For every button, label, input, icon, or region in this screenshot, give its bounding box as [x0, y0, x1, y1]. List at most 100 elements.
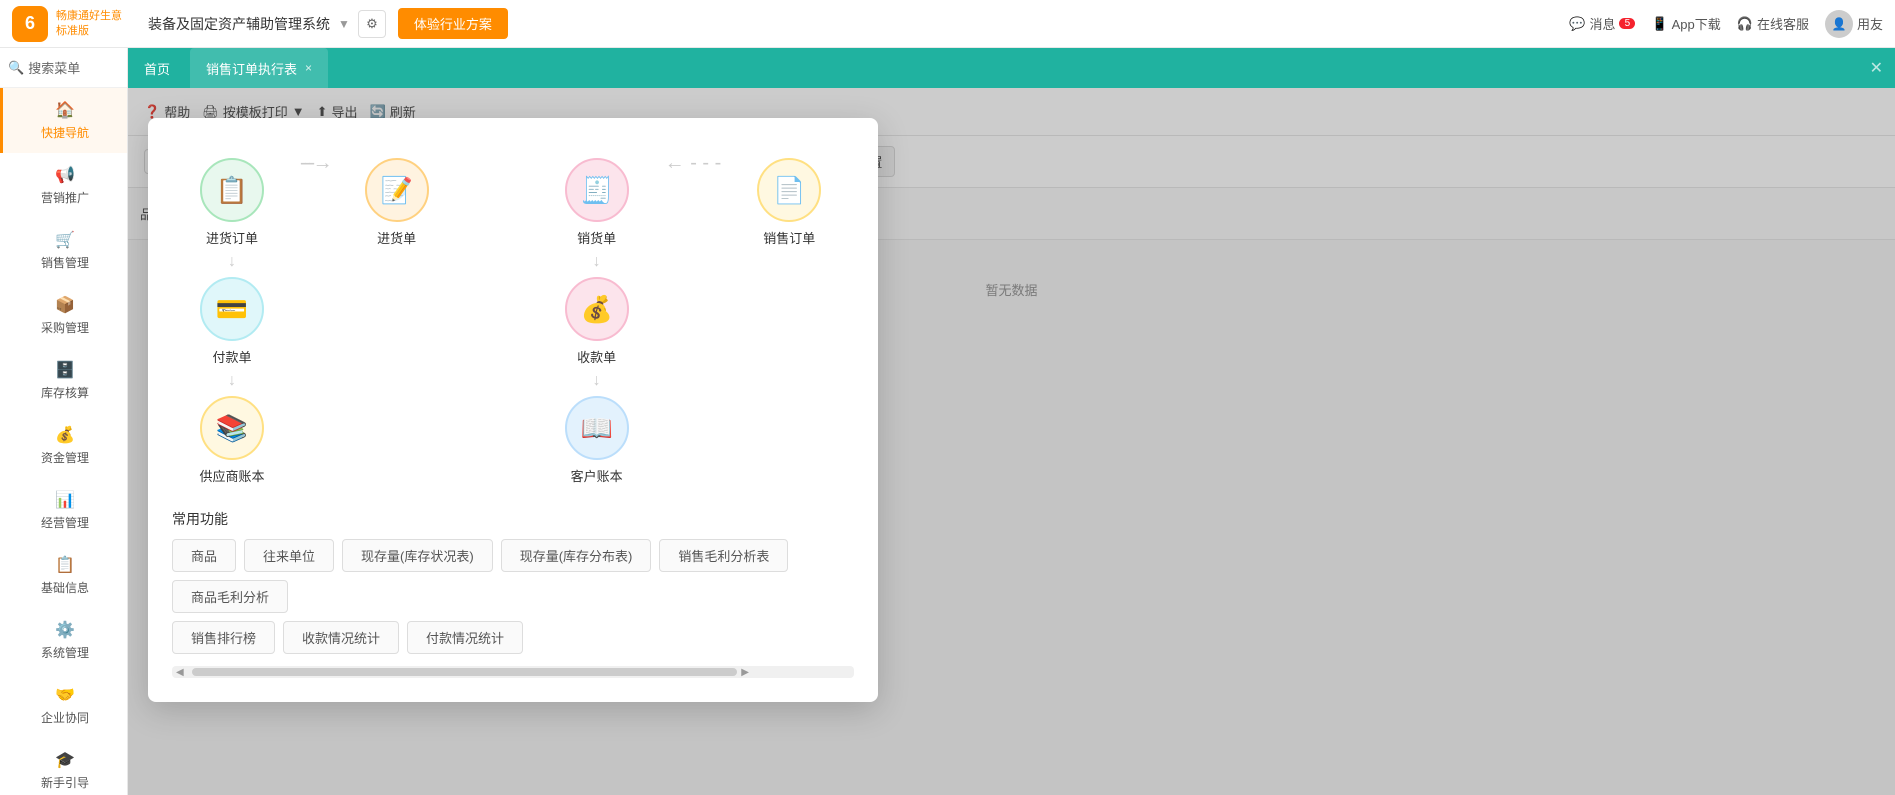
flow-node-supplier-ledger: 📚 供应商账本: [172, 396, 292, 485]
scroll-thumb[interactable]: [192, 668, 738, 676]
sidebar-icon-system: ⚙️: [55, 620, 75, 640]
sidebar-label-finance: 资金管理: [41, 449, 89, 466]
sidebar-label-purchase: 采购管理: [41, 319, 89, 336]
tab-close-main-icon[interactable]: ✕: [1870, 58, 1883, 78]
logo-area: 6 畅康通好生意 标准版: [12, 6, 140, 42]
tab-sales-order[interactable]: 销售订单执行表 ×: [190, 48, 328, 88]
func-button[interactable]: 商品毛利分析: [172, 580, 288, 613]
purchase-order-icon: 📋: [200, 158, 264, 222]
sidebar-icon-newbie: 🎓: [55, 750, 75, 770]
gear-button[interactable]: ⚙: [358, 10, 386, 38]
sidebar-icon-quick-nav: 🏠: [55, 100, 75, 120]
sidebar-item-sales[interactable]: 🛒 销售管理: [0, 218, 127, 283]
receipt-icon: 💰: [565, 277, 629, 341]
supplier-ledger-icon: 📚: [200, 396, 264, 460]
app-download-icon: 📱: [1651, 16, 1667, 32]
func-button[interactable]: 销售排行榜: [172, 621, 275, 654]
experience-button[interactable]: 体验行业方案: [398, 8, 508, 39]
sidebar-item-purchase[interactable]: 📦 采购管理: [0, 283, 127, 348]
sidebar-label-marketing: 营销推广: [41, 189, 89, 206]
avatar: 👤: [1825, 10, 1853, 38]
sidebar-label-system: 系统管理: [41, 644, 89, 661]
tab-bar: 首页 销售订单执行表 × ✕: [128, 48, 1895, 88]
tab-home[interactable]: 首页: [128, 48, 186, 88]
flow-node-payment: 💳 付款单: [172, 277, 292, 366]
func-button[interactable]: 付款情况统计: [407, 621, 523, 654]
func-button[interactable]: 销售毛利分析表: [659, 539, 788, 572]
sidebar-item-marketing[interactable]: 📢 营销推广: [0, 153, 127, 218]
sidebar-item-finance[interactable]: 💰 资金管理: [0, 413, 127, 478]
func-button[interactable]: 现存量(库存状况表): [342, 539, 493, 572]
content-area: 首页 销售订单执行表 × ✕ ❓ 帮助 🖨 按模板打印: [128, 48, 1895, 795]
search-icon: 🔍: [8, 60, 24, 76]
flow-node-purchase-bill: 📝 进货单: [337, 158, 457, 247]
sidebar-icon-finance: 💰: [55, 425, 75, 445]
sidebar-icon-inventory: 🗄️: [55, 360, 75, 380]
sidebar-label-basic: 基础信息: [41, 579, 89, 596]
app-download-button[interactable]: 📱 App下载: [1651, 14, 1720, 33]
flow-node-customer-ledger: 📖 客户账本: [537, 396, 657, 485]
system-name: 装备及固定资产辅助管理系统: [148, 14, 330, 34]
message-badge: 5: [1619, 18, 1635, 29]
quick-nav-modal: 📋 进货订单 ↓ 💳 付款单 ↓ 📚: [148, 118, 878, 702]
func-button[interactable]: 收款情况统计: [283, 621, 399, 654]
system-title: 装备及固定资产辅助管理系统 ▼: [148, 14, 350, 34]
payment-icon: 💳: [200, 277, 264, 341]
sidebar-item-newbie[interactable]: 🎓 新手引导: [0, 738, 127, 795]
arrow-right-1: - - - →: [296, 152, 333, 175]
sidebar-item-operation[interactable]: 📊 经营管理: [0, 478, 127, 543]
common-functions: 常用功能 商品往来单位现存量(库存状况表)现存量(库存分布表)销售毛利分析表商品…: [172, 509, 854, 654]
online-service-button[interactable]: 🎧 在线客服: [1737, 14, 1809, 33]
message-button[interactable]: 💬 消息 5: [1569, 14, 1635, 33]
sidebar-item-quick-nav[interactable]: 🏠 快捷导航: [0, 88, 127, 153]
sidebar: 🔍 搜索菜单 🏠 快捷导航 📢 营销推广 🛒 销售管理 📦 采购管理 🗄️ 库存…: [0, 48, 128, 795]
modal-scrollbar[interactable]: ◀ ▶: [172, 666, 854, 678]
logo-text: 畅康通好生意 标准版: [56, 9, 122, 38]
arrow-down-1: ↓: [228, 253, 236, 271]
sidebar-label-inventory: 库存核算: [41, 384, 89, 401]
sidebar-icon-operation: 📊: [55, 490, 75, 510]
user-menu[interactable]: 👤 用友: [1825, 10, 1883, 38]
sidebar-icon-basic: 📋: [55, 555, 75, 575]
sidebar-icon-purchase: 📦: [55, 295, 75, 315]
scroll-right-icon[interactable]: ▶: [737, 667, 753, 678]
sidebar-item-enterprise[interactable]: 🤝 企业协同: [0, 673, 127, 738]
sales-order-icon: 📄: [757, 158, 821, 222]
arrow-down-4: ↓: [593, 372, 601, 390]
headset-icon: 🎧: [1737, 16, 1753, 32]
sidebar-label-enterprise: 企业协同: [41, 709, 89, 726]
func-button[interactable]: 商品: [172, 539, 236, 572]
flow-node-purchase-order: 📋 进货订单: [172, 158, 292, 247]
sidebar-search[interactable]: 🔍 搜索菜单: [0, 48, 127, 88]
sidebar-label-newbie: 新手引导: [41, 774, 89, 791]
arrow-down-2: ↓: [228, 372, 236, 390]
tab-close-icon[interactable]: ×: [305, 61, 312, 75]
common-func-title: 常用功能: [172, 509, 854, 529]
sidebar-item-system[interactable]: ⚙️ 系统管理: [0, 608, 127, 673]
message-icon: 💬: [1569, 16, 1585, 32]
arrow-left-1: ← - - -: [661, 152, 726, 175]
sales-bill-icon: 🧾: [565, 158, 629, 222]
sidebar-icon-enterprise: 🤝: [55, 685, 75, 705]
arrow-down-3: ↓: [593, 253, 601, 271]
sidebar-label-quick-nav: 快捷导航: [41, 124, 89, 141]
sidebar-label-sales: 销售管理: [41, 254, 89, 271]
sidebar-item-basic[interactable]: 📋 基础信息: [0, 543, 127, 608]
sidebar-icon-marketing: 📢: [55, 165, 75, 185]
flow-node-sales-order: 📄 销售订单: [729, 158, 849, 247]
scroll-left-icon[interactable]: ◀: [172, 667, 188, 678]
sidebar-item-inventory[interactable]: 🗄️ 库存核算: [0, 348, 127, 413]
flow-diagram: 📋 进货订单 ↓ 💳 付款单 ↓ 📚: [172, 142, 854, 493]
top-right-area: 💬 消息 5 📱 App下载 🎧 在线客服 👤 用友: [1569, 10, 1883, 38]
func-button[interactable]: 往来单位: [244, 539, 334, 572]
sidebar-icon-sales: 🛒: [55, 230, 75, 250]
modal-overlay[interactable]: 📋 进货订单 ↓ 💳 付款单 ↓ 📚: [128, 88, 1895, 795]
dropdown-arrow-icon[interactable]: ▼: [338, 17, 350, 31]
customer-ledger-icon: 📖: [565, 396, 629, 460]
page-content: ❓ 帮助 🖨 按模板打印 ▼ ⬆ 导出 🔄 刷新: [128, 88, 1895, 795]
flow-node-sales-bill: 🧾 销货单: [537, 158, 657, 247]
sidebar-label-operation: 经营管理: [41, 514, 89, 531]
purchase-bill-icon: 📝: [365, 158, 429, 222]
func-button[interactable]: 现存量(库存分布表): [501, 539, 652, 572]
logo-icon: 6: [12, 6, 48, 42]
